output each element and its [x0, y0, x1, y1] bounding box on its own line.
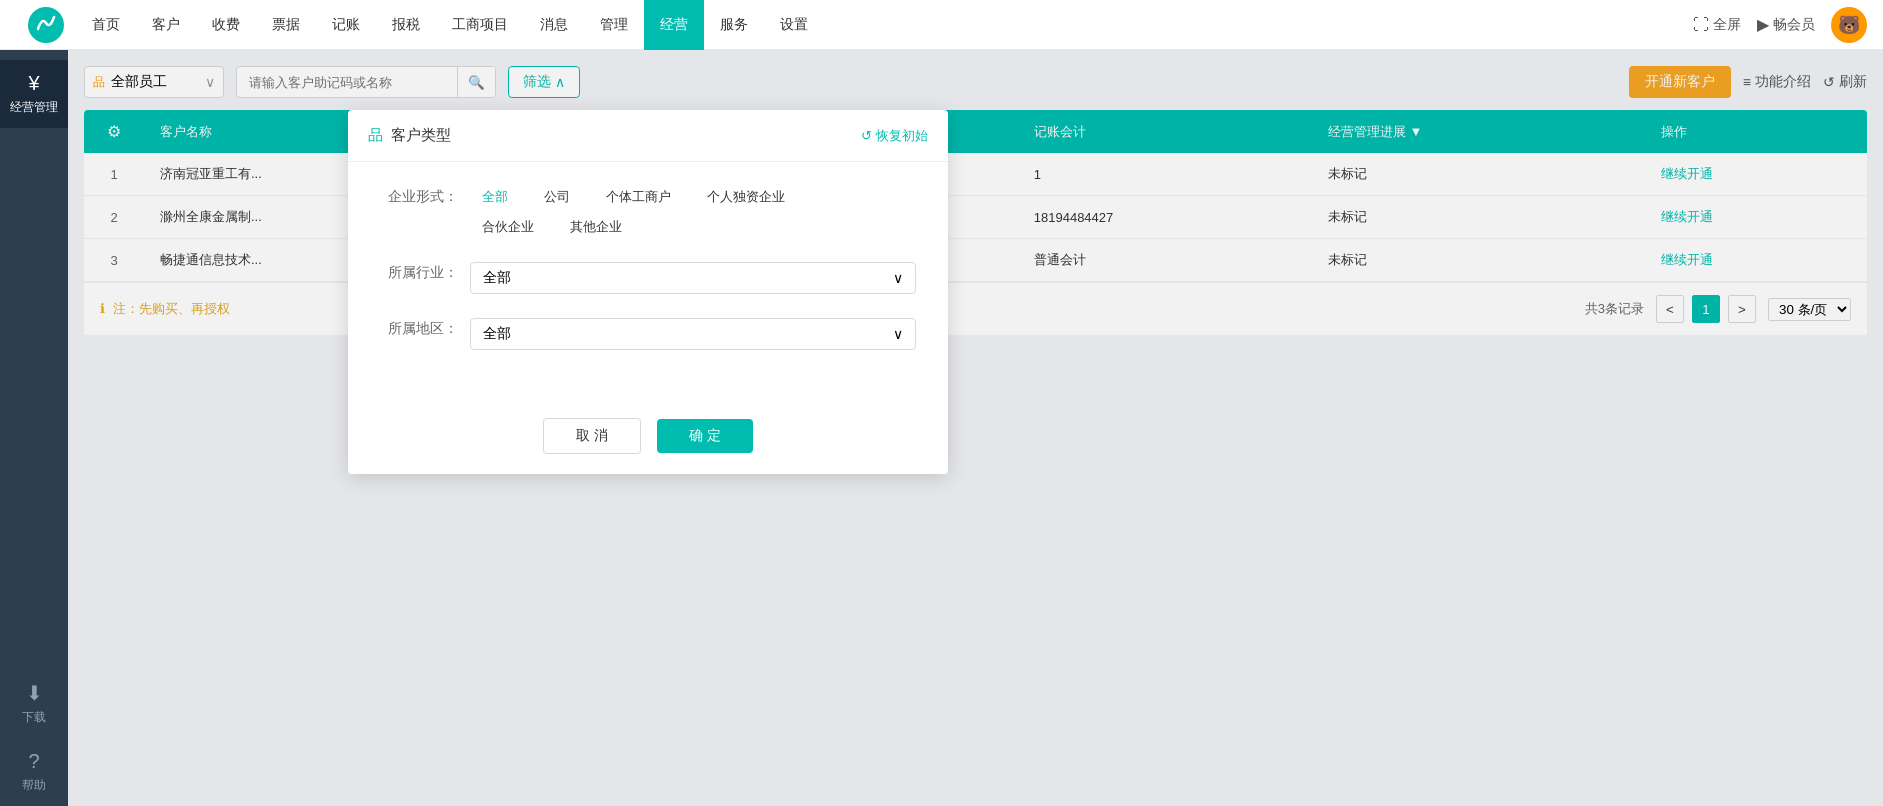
operation-icon: ¥	[28, 72, 39, 95]
nav-items: 首页 客户 收费 票据 记账 报税 工商项目 消息 管理 经营 服务 设置	[76, 0, 1693, 50]
modal-overlay: 品 客户类型 ↺ 恢复初始 企业形式： 全部	[68, 50, 1883, 806]
nav-bookkeeping[interactable]: 记账	[316, 0, 376, 50]
sidebar: ¥ 经营管理 ⬇ 下载 ? 帮助	[0, 50, 68, 806]
sidebar-item-download[interactable]: ⬇ 下载	[0, 669, 68, 738]
vip-icon: ▶	[1757, 15, 1769, 34]
fullscreen-button[interactable]: ⛶ 全屏	[1693, 16, 1741, 34]
top-nav: 首页 客户 收费 票据 记账 报税 工商项目 消息 管理 经营 服务 设置 ⛶ …	[0, 0, 1883, 50]
enterprise-tag-group: 全部 公司 个体工商户 个人独资企业	[470, 186, 916, 208]
region-label: 所属地区：	[380, 318, 470, 338]
sidebar-item-operation[interactable]: ¥ 经营管理	[0, 60, 68, 128]
modal-body: 企业形式： 全部 公司 个体工商户 个人独资企业 合伙企业 其他企业	[348, 162, 948, 398]
nav-operation[interactable]: 经营	[644, 0, 704, 50]
modal-title: 品 客户类型	[368, 126, 451, 145]
fullscreen-icon: ⛶	[1693, 16, 1709, 34]
main-content: 品 全部员工 ∨ 🔍 筛选 ∧ 开通新客户 ≡ 功能介绍	[68, 50, 1883, 806]
industry-dropdown-icon: ∨	[893, 270, 903, 286]
nav-message[interactable]: 消息	[524, 0, 584, 50]
tag-company[interactable]: 公司	[532, 186, 582, 208]
cancel-button[interactable]: 取 消	[543, 418, 641, 454]
nav-right: ⛶ 全屏 ▶ 畅会员 🐻	[1693, 7, 1867, 43]
tag-all[interactable]: 全部	[470, 186, 520, 208]
svg-point-0	[28, 7, 64, 43]
modal-title-icon: 品	[368, 126, 383, 145]
tag-individual-business[interactable]: 个体工商户	[594, 186, 683, 208]
modal-footer: 取 消 确 定	[348, 398, 948, 474]
nav-invoice[interactable]: 票据	[256, 0, 316, 50]
region-dropdown-icon: ∨	[893, 326, 903, 342]
logo	[16, 7, 76, 43]
nav-home[interactable]: 首页	[76, 0, 136, 50]
nav-manage[interactable]: 管理	[584, 0, 644, 50]
filter-modal: 品 客户类型 ↺ 恢复初始 企业形式： 全部	[348, 110, 948, 474]
confirm-button[interactable]: 确 定	[657, 419, 753, 453]
enterprise-form-row: 企业形式： 全部 公司 个体工商户 个人独资企业 合伙企业 其他企业	[380, 186, 916, 238]
industry-content: 全部 ∨	[470, 262, 916, 294]
region-content: 全部 ∨	[470, 318, 916, 350]
main-layout: ¥ 经营管理 ⬇ 下载 ? 帮助 品 全部员工 ∨	[0, 50, 1883, 806]
industry-label: 所属行业：	[380, 262, 470, 282]
avatar[interactable]: 🐻	[1831, 7, 1867, 43]
industry-select[interactable]: 全部 ∨	[470, 262, 916, 294]
region-select[interactable]: 全部 ∨	[470, 318, 916, 350]
nav-tax[interactable]: 报税	[376, 0, 436, 50]
sidebar-item-help[interactable]: ? 帮助	[0, 738, 68, 806]
nav-business[interactable]: 工商项目	[436, 0, 524, 50]
nav-settings[interactable]: 设置	[764, 0, 824, 50]
help-icon: ?	[28, 750, 39, 773]
enterprise-form-label: 企业形式：	[380, 186, 470, 206]
tag-sole-proprietorship[interactable]: 个人独资企业	[695, 186, 797, 208]
nav-customer[interactable]: 客户	[136, 0, 196, 50]
tag-partnership[interactable]: 合伙企业	[470, 216, 546, 238]
industry-form-row: 所属行业： 全部 ∨	[380, 262, 916, 294]
modal-header: 品 客户类型 ↺ 恢复初始	[348, 110, 948, 162]
reset-icon: ↺	[861, 128, 872, 143]
sidebar-bottom: ⬇ 下载 ? 帮助	[0, 669, 68, 806]
download-icon: ⬇	[26, 681, 43, 705]
nav-service[interactable]: 服务	[704, 0, 764, 50]
region-form-row: 所属地区： 全部 ∨	[380, 318, 916, 350]
tag-other[interactable]: 其他企业	[558, 216, 634, 238]
nav-fee[interactable]: 收费	[196, 0, 256, 50]
enterprise-form-content: 全部 公司 个体工商户 个人独资企业 合伙企业 其他企业	[470, 186, 916, 238]
enterprise-tag-group-2: 合伙企业 其他企业	[470, 216, 916, 238]
modal-reset-button[interactable]: ↺ 恢复初始	[861, 127, 928, 145]
vip-button[interactable]: ▶ 畅会员	[1757, 15, 1815, 34]
